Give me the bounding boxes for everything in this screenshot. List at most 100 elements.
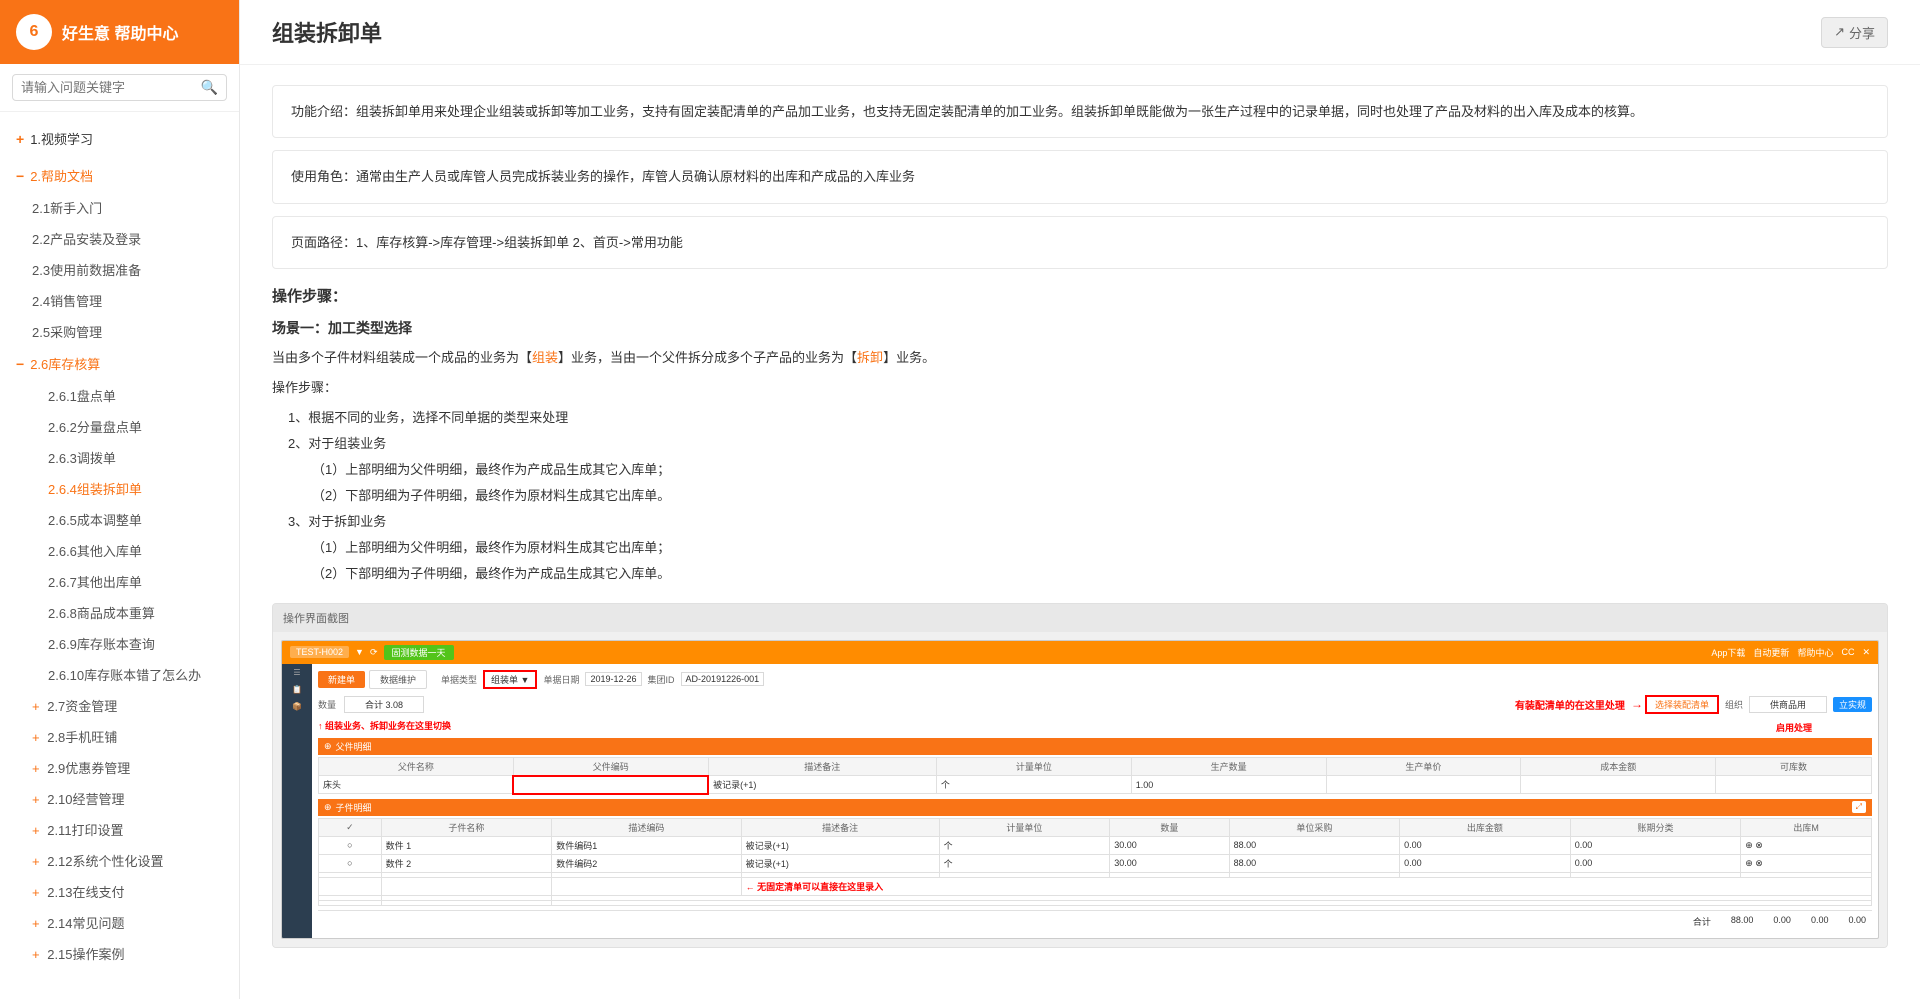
scene1-title: 场景一：加工类型选择 — [272, 318, 1888, 338]
sidebar-item-coupon[interactable]: + 2.9优惠券管理 — [0, 752, 239, 783]
sidebar-search-container: 🔍 — [0, 64, 239, 112]
mock-footer-val4: 0.00 — [1848, 915, 1866, 928]
mock-th2-sub-name: 子件名称 — [381, 818, 552, 836]
mock-td2-2-desc: 被记录(+1) — [741, 854, 939, 872]
step-3-subs: （1）上部明细为父件明细，最终作为原材料生成其它出库单； （2）下部明细为子件明… — [288, 535, 1888, 587]
mock-td2-2-ops: ⊕ ⊗ — [1741, 854, 1872, 872]
sidebar-item-inventory[interactable]: − 2.6库存核算 — [0, 347, 239, 380]
mock-td2-6-sel — [319, 900, 382, 905]
mock-td2-4-name — [381, 877, 552, 895]
step-3-sub-1: （1）上部明细为父件明细，最终作为原材料生成其它出库单； — [312, 535, 1888, 561]
sidebar-item-cost-recalc[interactable]: 2.6.8商品成本重算 — [0, 597, 239, 628]
collapse-icon: − — [16, 168, 24, 184]
plus-icon: + — [32, 947, 40, 962]
sidebar-item-management[interactable]: + 2.10经营管理 — [0, 783, 239, 814]
sidebar-item-transfer[interactable]: 2.6.3调拨单 — [0, 442, 239, 473]
sidebar-item-payment[interactable]: + 2.13在线支付 — [0, 876, 239, 907]
sidebar-item-assembly[interactable]: 2.6.4组装拆卸单 — [0, 473, 239, 504]
search-input[interactable] — [21, 80, 201, 95]
mock-td2-1-period: 0.00 — [1570, 836, 1741, 854]
intro-block: 功能介绍：组装拆卸单用来处理企业组装或拆卸等加工业务，支持有固定装配清单的产品加… — [272, 85, 1888, 138]
sidebar-item-inventory-query[interactable]: 2.6.9库存账本查询 — [0, 628, 239, 659]
mock-td-1-pprice — [1326, 776, 1521, 794]
mock-td2-2-out: 0.00 — [1400, 854, 1571, 872]
mock-td-1-code — [513, 776, 708, 794]
mock-td2-1-ops: ⊕ ⊗ — [1741, 836, 1872, 854]
mock-footer-totals: 合计 88.00 0.00 0.00 0.00 — [318, 910, 1872, 932]
mock-sub-section-title: 子件明细 — [336, 801, 372, 814]
mock-th-prod-price: 生产单价 — [1326, 757, 1521, 776]
mock-footer-val2: 0.00 — [1773, 915, 1791, 928]
ops-header: 操作步骤： — [272, 285, 1888, 306]
search-box[interactable]: 🔍 — [12, 74, 227, 101]
mock-th-parent-code: 父件编码 — [513, 757, 708, 776]
mock-th2-ops: 出库M — [1741, 818, 1872, 836]
mock-th-available: 可库数 — [1716, 757, 1872, 776]
mock-date-value[interactable]: 2019-12-26 — [585, 672, 641, 686]
step-1: 1、根据不同的业务，选择不同单据的类型来处理 — [288, 405, 1888, 431]
sidebar-item-inventory-error[interactable]: 2.6.10库存账本错了怎么办 — [0, 659, 239, 690]
mock-expand-icon[interactable]: ⤢ — [1852, 801, 1866, 813]
plus-icon: + — [32, 730, 40, 745]
mock-th-unit: 计量单位 — [936, 757, 1131, 776]
mock-th2-qty: 数量 — [1110, 818, 1229, 836]
sidebar-item-sales[interactable]: 2.4销售管理 — [0, 285, 239, 316]
mock-td2-2-period: 0.00 — [1570, 854, 1741, 872]
step-2-sub-1: （1）上部明细为父件明细，最终作为产成品生成其它入库单； — [312, 457, 1888, 483]
mock-td-1-pqty: 1.00 — [1131, 776, 1326, 794]
sidebar-item-docs[interactable]: − 2.帮助文档 — [0, 159, 239, 192]
sidebar-item-videos[interactable]: + 1.视频学习 — [0, 122, 239, 155]
mock-doc-type-value[interactable]: 组装单 ▼ — [483, 670, 537, 689]
step-3: 3、对于拆卸业务 — [288, 509, 1888, 535]
mock-data-maint-btn[interactable]: 数据维护 — [369, 670, 427, 689]
mock-new-btn[interactable]: 新建单 — [318, 671, 365, 688]
sidebar-item-data-prep[interactable]: 2.3使用前数据准备 — [0, 254, 239, 285]
sidebar-nav: + 1.视频学习 − 2.帮助文档 2.1新手入门 2.2产品安装及登录 2.3… — [0, 112, 239, 999]
sidebar-item-stocktake[interactable]: 2.6.1盘点单 — [0, 380, 239, 411]
sidebar-item-mobile[interactable]: + 2.8手机旺铺 — [0, 721, 239, 752]
mock-org-select[interactable]: 供商品用 — [1749, 696, 1827, 713]
sidebar-item-install[interactable]: 2.2产品安装及登录 — [0, 223, 239, 254]
mock-sidebar-icon3: 📦 — [282, 698, 312, 715]
plus-icon: + — [32, 699, 40, 714]
sidebar-item-cases[interactable]: + 2.15操作案例 — [0, 938, 239, 969]
mock-select-assembly-btn[interactable]: 选择装配清单 — [1645, 695, 1719, 714]
mock-td2-1-code: 数件编码1 — [552, 836, 741, 854]
sidebar-item-finance[interactable]: + 2.7资金管理 — [0, 690, 239, 721]
mock-sidebar-icon1: ☰ — [282, 664, 312, 681]
mock-confirm-btn[interactable]: 立实规 — [1833, 697, 1872, 712]
mock-section-icon: ⊕ — [324, 741, 332, 752]
expand-icon: + — [16, 131, 24, 147]
mock-td2-2-code: 数件编码2 — [552, 854, 741, 872]
path-block: 页面路径：1、库存核算->库存管理->组装拆卸单 2、首页->常用功能 — [272, 216, 1888, 269]
sidebar-item-faq[interactable]: + 2.14常见问题 — [0, 907, 239, 938]
sidebar-item-partial-stocktake[interactable]: 2.6.2分量盘点单 — [0, 411, 239, 442]
mock-td-1-unit: 个 — [936, 776, 1131, 794]
mock-td2-6-rest — [552, 900, 1872, 905]
screenshot-container: 操作界面截图 TEST-H002 ▼ ⟳ 固测数据一天 App下载 — [272, 603, 1888, 948]
sidebar-item-print[interactable]: + 2.11打印设置 — [0, 814, 239, 845]
mock-td2-4-sel — [319, 877, 382, 895]
mock-section-title: 父件明细 — [336, 740, 372, 753]
role-text: 使用角色：通常由生产人员或库管人员完成拆装业务的操作，库管人员确认原材料的出库和… — [291, 169, 915, 184]
page-title: 组装拆卸单 — [272, 16, 382, 48]
annotation-assembly-list: 有装配清单的在这里处理 — [1515, 697, 1625, 712]
sidebar-item-other-in[interactable]: 2.6.6其他入库单 — [0, 535, 239, 566]
sidebar-item-new-user[interactable]: 2.1新手入门 — [0, 192, 239, 223]
sidebar-item-cost-adjust[interactable]: 2.6.5成本调整单 — [0, 504, 239, 535]
sidebar-item-other-out[interactable]: 2.6.7其他出库单 — [0, 566, 239, 597]
arrow-right-icon: → — [1631, 697, 1643, 711]
search-icon[interactable]: 🔍 — [201, 79, 218, 96]
sidebar-header: 6 好生意 帮助中心 — [0, 0, 239, 64]
plus-icon: + — [32, 761, 40, 776]
mock-org-label: 数量 — [318, 698, 336, 711]
mock-close-icon: ✕ — [1862, 647, 1870, 658]
mock-th-prod-qty: 生产数量 — [1131, 757, 1326, 776]
step-3-sub-2: （2）下部明细为子件明细，最终作为产成品生成其它入库单。 — [312, 561, 1888, 587]
sidebar-item-personalize[interactable]: + 2.12系统个性化设置 — [0, 845, 239, 876]
share-button[interactable]: ↗ 分享 — [1821, 17, 1888, 48]
app-name: 好生意 帮助中心 — [62, 20, 178, 44]
keyword-disassembly: 拆卸 — [857, 350, 883, 365]
sidebar-item-purchase[interactable]: 2.5采购管理 — [0, 316, 239, 347]
plus-icon: + — [32, 823, 40, 838]
